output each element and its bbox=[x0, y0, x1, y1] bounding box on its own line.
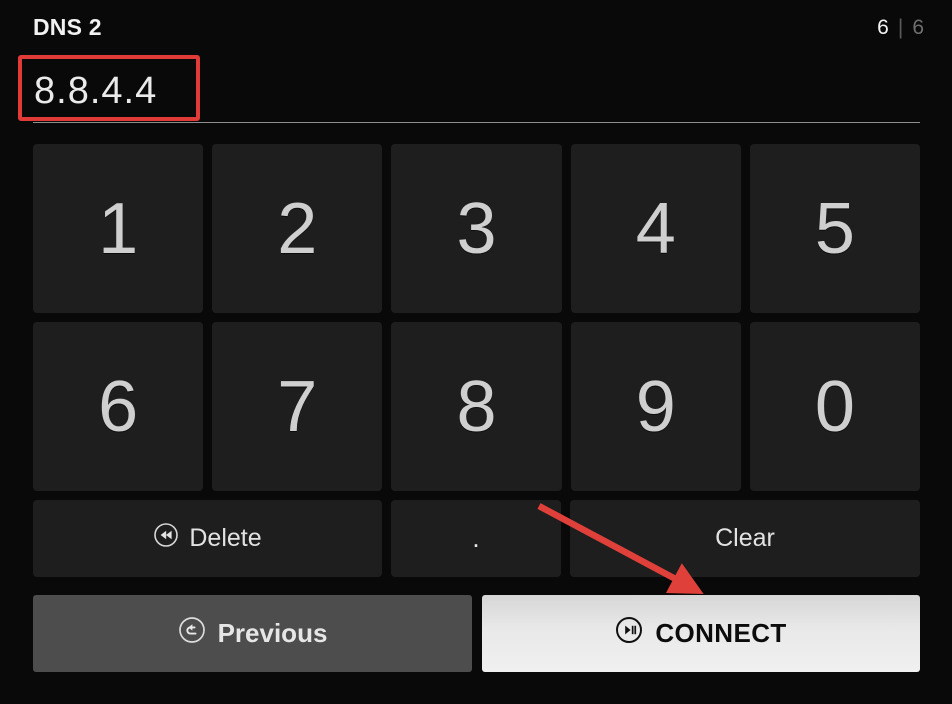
delete-button[interactable]: Delete bbox=[33, 500, 382, 577]
dns-entry-screen: DNS 2 6 | 6 1 2 3 4 5 6 7 8 9 0 bbox=[0, 0, 952, 704]
back-circle-icon bbox=[178, 616, 206, 651]
key-4[interactable]: 4 bbox=[570, 144, 741, 313]
numeric-keypad: 1 2 3 4 5 6 7 8 9 0 Delete . Clear bbox=[33, 144, 921, 586]
key-7[interactable]: 7 bbox=[212, 322, 383, 491]
key-2[interactable]: 2 bbox=[212, 144, 383, 313]
clear-button[interactable]: Clear bbox=[570, 500, 920, 577]
keypad-row-3: Delete . Clear bbox=[33, 500, 920, 577]
character-counter: 6 | 6 bbox=[877, 17, 924, 38]
decimal-point-button[interactable]: . bbox=[391, 500, 561, 577]
input-underline bbox=[33, 122, 920, 123]
keypad-row-1: 1 2 3 4 5 bbox=[33, 144, 921, 313]
previous-button-label: Previous bbox=[217, 618, 328, 648]
rewind-circle-icon bbox=[153, 522, 179, 555]
connect-button-label: CONNECT bbox=[655, 618, 787, 648]
key-6[interactable]: 6 bbox=[33, 322, 204, 491]
header: DNS 2 6 | 6 bbox=[0, 0, 952, 52]
delete-button-label: Delete bbox=[189, 524, 262, 552]
counter-current: 6 bbox=[877, 16, 889, 39]
key-8[interactable]: 8 bbox=[391, 322, 562, 491]
page-title: DNS 2 bbox=[33, 14, 102, 40]
input-area bbox=[0, 52, 952, 127]
key-9[interactable]: 9 bbox=[570, 322, 741, 491]
counter-separator: | bbox=[897, 16, 904, 39]
action-row: Previous CONNECT bbox=[33, 595, 920, 672]
key-3[interactable]: 3 bbox=[391, 144, 562, 313]
key-0[interactable]: 0 bbox=[749, 322, 921, 491]
dns-address-input[interactable] bbox=[34, 66, 734, 116]
connect-button[interactable]: CONNECT bbox=[482, 595, 920, 672]
previous-button[interactable]: Previous bbox=[33, 595, 472, 672]
key-5[interactable]: 5 bbox=[749, 144, 921, 313]
key-1[interactable]: 1 bbox=[33, 144, 204, 313]
counter-max: 6 bbox=[912, 16, 924, 39]
keypad-row-2: 6 7 8 9 0 bbox=[33, 322, 921, 491]
play-pause-circle-icon bbox=[615, 616, 643, 651]
